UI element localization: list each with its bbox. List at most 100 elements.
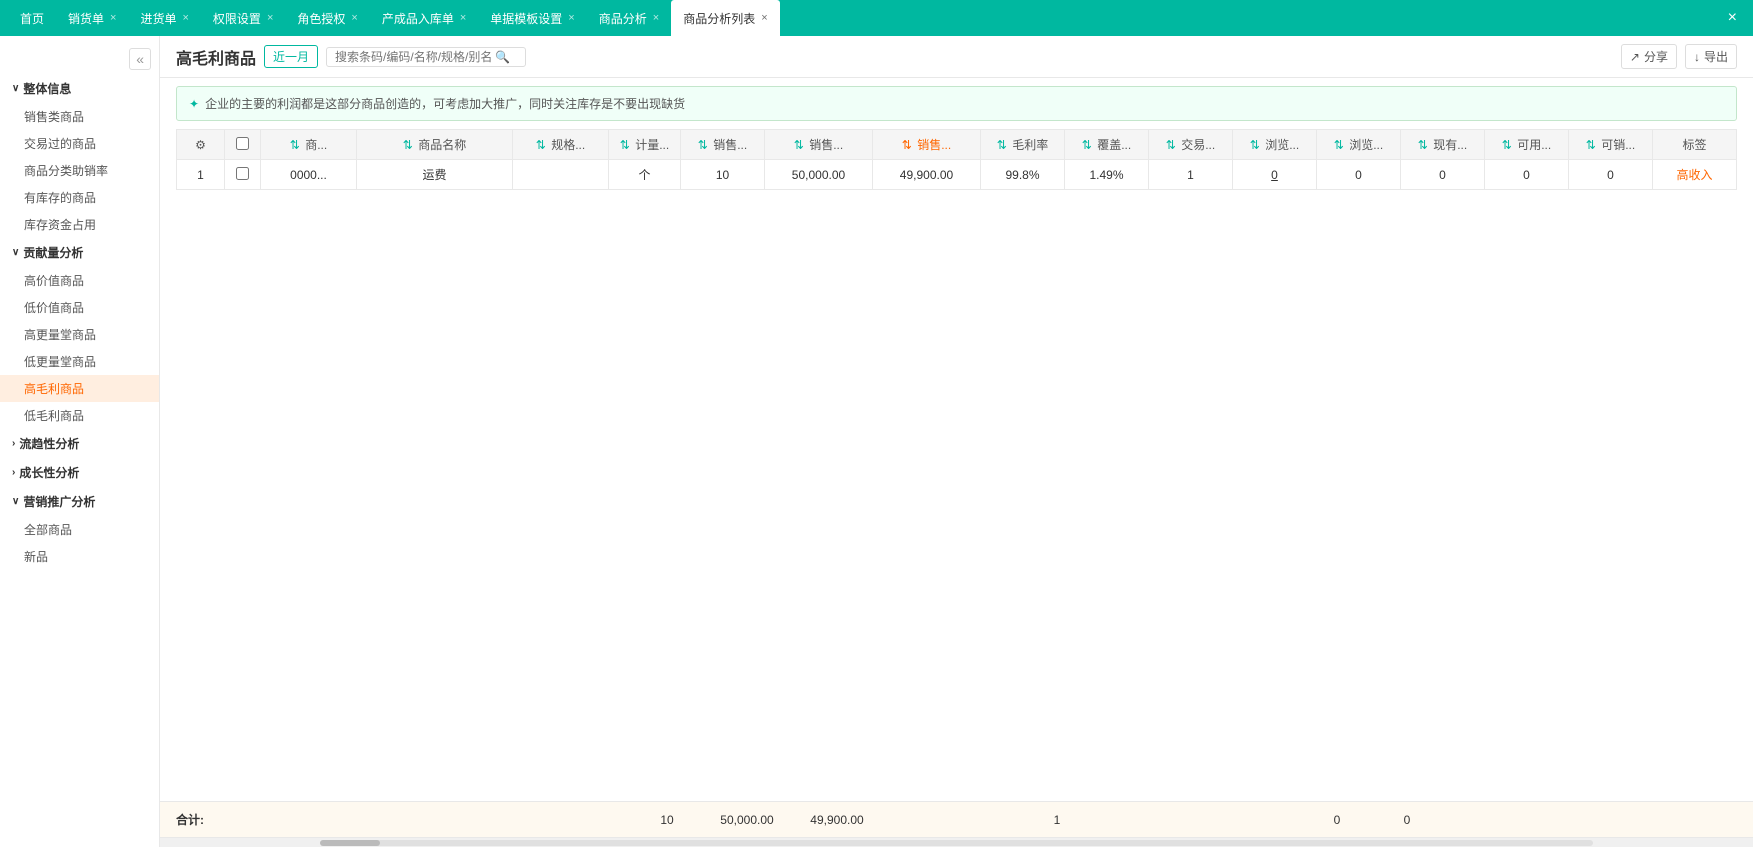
nav-analysis[interactable]: 商品分析 × bbox=[587, 0, 671, 36]
col-header-tag[interactable]: 标签 bbox=[1653, 130, 1737, 160]
sort-icon[interactable]: ⇅ bbox=[620, 138, 630, 152]
footer-sales-amt: 50,000.00 bbox=[702, 813, 792, 827]
col-header-sales-amt[interactable]: ⇅ 销售... bbox=[765, 130, 873, 160]
sidebar-item-high-value[interactable]: 高价值商品 bbox=[0, 267, 159, 294]
col-header-unit[interactable]: ⇅ 计量... bbox=[609, 130, 681, 160]
sidebar-item-low-value[interactable]: 低价值商品 bbox=[0, 294, 159, 321]
nav-analysis-list-close[interactable]: × bbox=[761, 12, 767, 24]
sidebar-item-stock-goods[interactable]: 有库存的商品 bbox=[0, 184, 159, 211]
col-header-browse1[interactable]: ⇅ 浏览... bbox=[1233, 130, 1317, 160]
nav-purchase-close[interactable]: × bbox=[182, 12, 188, 24]
nav-permission[interactable]: 权限设置 × bbox=[201, 0, 285, 36]
time-filter-button[interactable]: 近一月 bbox=[264, 45, 318, 68]
sort-icon[interactable]: ⇅ bbox=[1166, 138, 1176, 152]
sort-icon[interactable]: ⇅ bbox=[536, 138, 546, 152]
sidebar-item-sales-goods[interactable]: 销售类商品 bbox=[0, 103, 159, 130]
sidebar-item-traded-goods[interactable]: 交易过的商品 bbox=[0, 130, 159, 157]
sidebar-group-contribution[interactable]: ∨ 贡献量分析 bbox=[0, 238, 159, 267]
sidebar-collapse-button[interactable]: « bbox=[129, 48, 151, 70]
sidebar-group-flow[interactable]: › 流趋性分析 bbox=[0, 429, 159, 458]
sidebar-group-overall-label: 整体信息 bbox=[23, 80, 71, 97]
sidebar-item-category-assist[interactable]: 商品分类助销率 bbox=[0, 157, 159, 184]
col-header-code[interactable]: ⇅ 商... bbox=[261, 130, 357, 160]
col-header-coverage[interactable]: ⇅ 覆盖... bbox=[1065, 130, 1149, 160]
sidebar-item-all-goods[interactable]: 全部商品 bbox=[0, 516, 159, 543]
footer-available: 0 bbox=[1302, 813, 1372, 827]
share-button[interactable]: ↗ 分享 bbox=[1621, 44, 1677, 69]
sidebar-item-low-margin[interactable]: 低毛利商品 bbox=[0, 402, 159, 429]
col-header-browse2[interactable]: ⇅ 浏览... bbox=[1317, 130, 1401, 160]
sidebar-group-overall[interactable]: ∨ 整体信息 bbox=[0, 74, 159, 103]
table-container[interactable]: ⚙ ⇅ 商... ⇅ 商品名称 bbox=[160, 129, 1753, 801]
sort-icon[interactable]: ⇅ bbox=[1250, 138, 1260, 152]
col-header-sales-cost[interactable]: ⇅ 销售... bbox=[873, 130, 981, 160]
cell-available: 0 bbox=[1485, 160, 1569, 190]
nav-role-close[interactable]: × bbox=[351, 12, 357, 24]
export-button[interactable]: ↓ 导出 bbox=[1685, 44, 1737, 69]
sort-icon[interactable]: ⇅ bbox=[698, 138, 708, 152]
cell-browse1[interactable]: 0 bbox=[1233, 160, 1317, 190]
sidebar-item-new-goods[interactable]: 新品 bbox=[0, 543, 159, 570]
search-input[interactable] bbox=[335, 50, 495, 64]
sidebar-item-high-freq[interactable]: 高更量堂商品 bbox=[0, 321, 159, 348]
nav-sales[interactable]: 销货单 × bbox=[56, 0, 128, 36]
select-all-checkbox[interactable] bbox=[236, 137, 249, 150]
search-box[interactable]: 🔍 bbox=[326, 47, 526, 67]
arrow-icon: › bbox=[12, 438, 15, 449]
sidebar-item-stock-capital[interactable]: 库存资金占用 bbox=[0, 211, 159, 238]
col-header-sales-qty[interactable]: ⇅ 销售... bbox=[681, 130, 765, 160]
nav-role[interactable]: 角色授权 × bbox=[285, 0, 369, 36]
page-title: 高毛利商品 bbox=[176, 45, 256, 69]
sidebar-item-low-freq[interactable]: 低更量堂商品 bbox=[0, 348, 159, 375]
scrollbar-track[interactable] bbox=[320, 840, 1593, 846]
sort-icon[interactable]: ⇅ bbox=[1082, 138, 1092, 152]
col-header-check[interactable] bbox=[225, 130, 261, 160]
nav-home[interactable]: 首页 bbox=[8, 0, 56, 36]
nav-permission-close[interactable]: × bbox=[267, 12, 273, 24]
nav-template[interactable]: 单据模板设置 × bbox=[478, 0, 586, 36]
col-header-name[interactable]: ⇅ 商品名称 bbox=[357, 130, 513, 160]
col-header-current-stock[interactable]: ⇅ 现有... bbox=[1401, 130, 1485, 160]
banner-text: 企业的主要的利润都是这部分商品创造的，可考虑加大推广，同时关注库存是不要出现缺货 bbox=[205, 95, 685, 112]
cell-check[interactable] bbox=[225, 160, 261, 190]
sidebar-item-high-margin[interactable]: 高毛利商品 bbox=[0, 375, 159, 402]
sort-icon[interactable]: ⇅ bbox=[997, 138, 1007, 152]
sort-icon[interactable]: ⇅ bbox=[1334, 138, 1344, 152]
sort-icon[interactable]: ⇅ bbox=[403, 138, 413, 152]
nav-template-close[interactable]: × bbox=[568, 12, 574, 24]
col-header-trade[interactable]: ⇅ 交易... bbox=[1149, 130, 1233, 160]
sort-icon[interactable]: ⇅ bbox=[794, 138, 804, 152]
window-close-button[interactable]: × bbox=[1720, 9, 1745, 27]
arrow-icon: ∨ bbox=[12, 247, 19, 258]
footer-trade: 1 bbox=[1022, 813, 1092, 827]
nav-products-close[interactable]: × bbox=[460, 12, 466, 24]
sort-icon[interactable]: ⇅ bbox=[1502, 138, 1512, 152]
nav-role-label: 角色授权 bbox=[297, 10, 345, 27]
col-header-available[interactable]: ⇅ 可用... bbox=[1485, 130, 1569, 160]
sidebar-group-marketing[interactable]: ∨ 营销推广分析 bbox=[0, 487, 159, 516]
col-header-spec[interactable]: ⇅ 规格... bbox=[513, 130, 609, 160]
nav-products[interactable]: 产成品入库单 × bbox=[370, 0, 478, 36]
sort-icon[interactable]: ⇅ bbox=[902, 138, 912, 152]
nav-purchase[interactable]: 进货单 × bbox=[128, 0, 200, 36]
settings-icon[interactable]: ⚙ bbox=[195, 138, 206, 152]
nav-sales-label: 销货单 bbox=[68, 10, 104, 27]
row-checkbox[interactable] bbox=[236, 167, 249, 180]
scrollbar-thumb[interactable] bbox=[320, 840, 380, 846]
cell-sales-qty: 10 bbox=[681, 160, 765, 190]
nav-analysis-close[interactable]: × bbox=[653, 12, 659, 24]
nav-analysis-list[interactable]: 商品分析列表 × bbox=[671, 0, 779, 36]
search-icon[interactable]: 🔍 bbox=[495, 50, 510, 64]
sort-icon[interactable]: ⇅ bbox=[1418, 138, 1428, 152]
sidebar-group-flow-label: 流趋性分析 bbox=[19, 435, 79, 452]
sidebar-group-growth[interactable]: › 成长性分析 bbox=[0, 458, 159, 487]
col-header-gross[interactable]: ⇅ 毛利率 bbox=[981, 130, 1065, 160]
export-label: 导出 bbox=[1704, 48, 1728, 65]
sort-icon[interactable]: ⇅ bbox=[1586, 138, 1596, 152]
browse1-link[interactable]: 0 bbox=[1271, 168, 1278, 182]
nav-sales-close[interactable]: × bbox=[110, 12, 116, 24]
cell-trade: 1 bbox=[1149, 160, 1233, 190]
col-header-sellable[interactable]: ⇅ 可销... bbox=[1569, 130, 1653, 160]
sort-icon[interactable]: ⇅ bbox=[290, 138, 300, 152]
horizontal-scrollbar[interactable] bbox=[160, 837, 1753, 847]
